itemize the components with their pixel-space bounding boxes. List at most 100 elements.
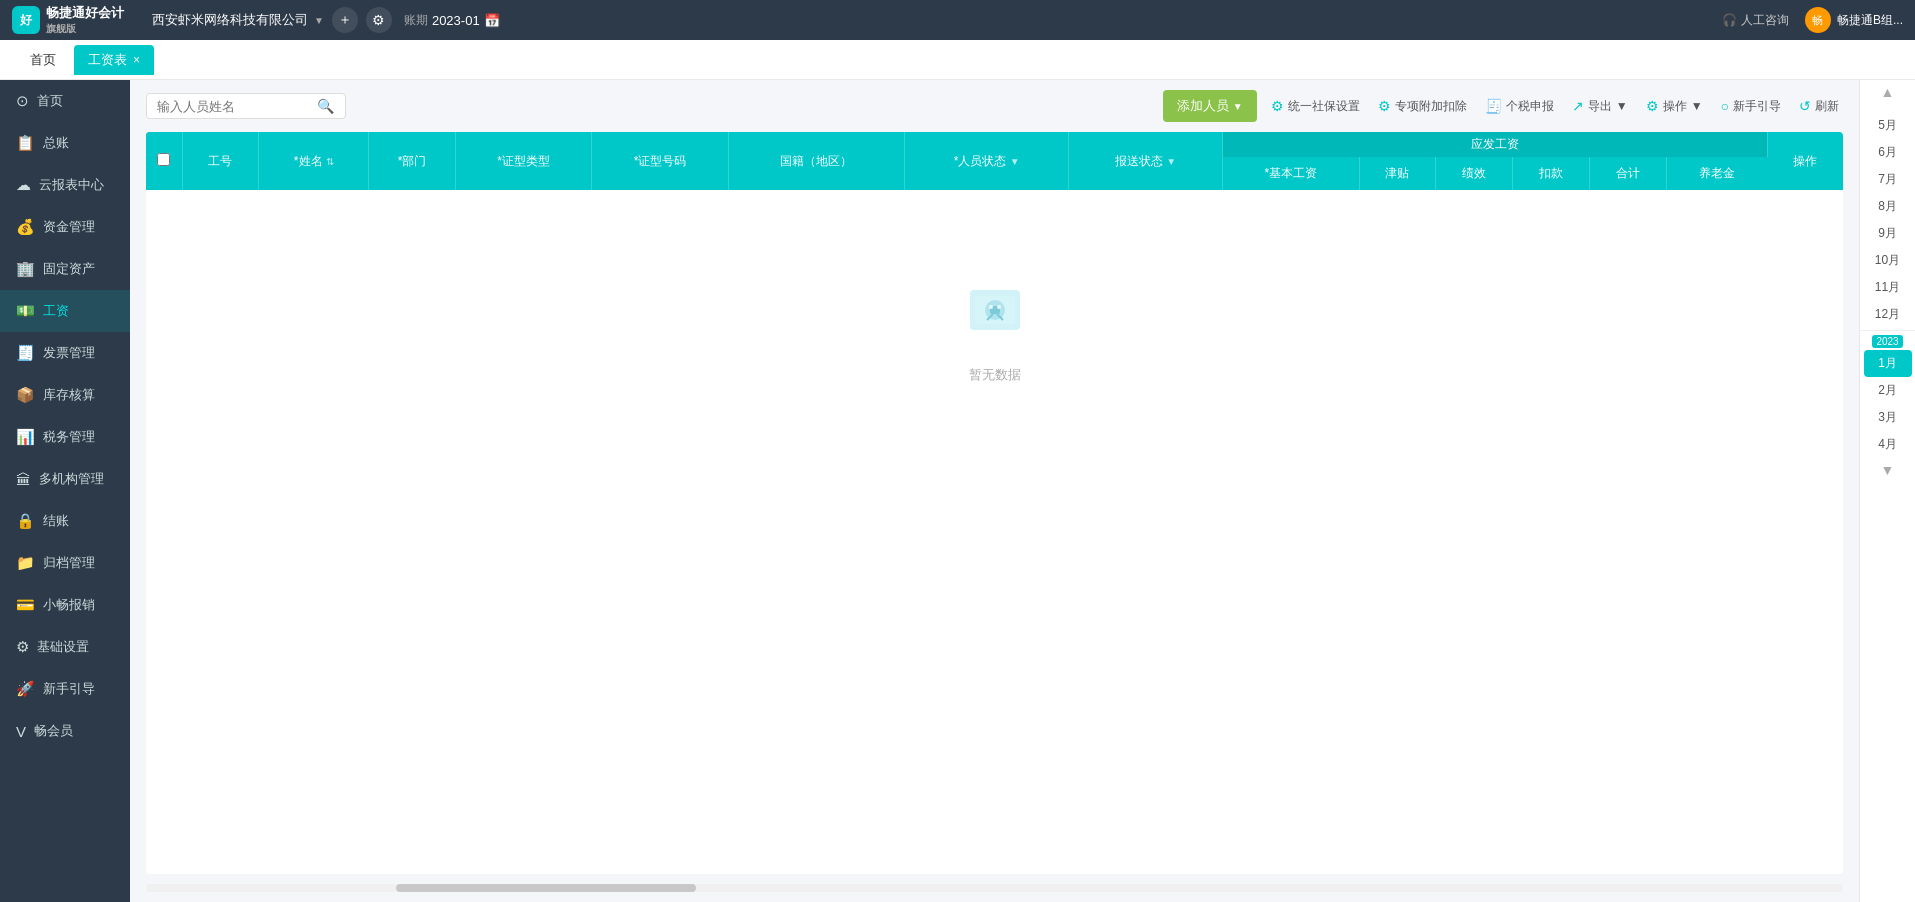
month-2022-10[interactable]: 10月: [1864, 247, 1912, 274]
app-logo: 好 畅捷通好会计 旗舰版: [12, 4, 142, 36]
sidebar-item-home[interactable]: ⊙ 首页: [0, 80, 130, 122]
invoice-icon: 🧾: [16, 344, 35, 362]
support-label: 人工咨询: [1741, 12, 1789, 29]
sidebar-item-tax[interactable]: 📊 税务管理: [0, 416, 130, 458]
sidebar-item-invoice[interactable]: 🧾 发票管理: [0, 332, 130, 374]
logo-icon: 好: [12, 6, 40, 34]
col-header-pension: 养老金: [1666, 157, 1767, 190]
close-month-icon: 🔒: [16, 512, 35, 530]
refresh-action[interactable]: ↺ 刷新: [1795, 98, 1843, 115]
col-header-number: 工号: [182, 132, 259, 190]
tax-action[interactable]: 🧾 个税申报: [1481, 98, 1558, 115]
month-nav-up[interactable]: ▲: [1876, 80, 1900, 104]
sidebar-item-archive[interactable]: 📁 归档管理: [0, 542, 130, 584]
calendar-icon[interactable]: 📅: [484, 13, 500, 28]
operate-action[interactable]: ⚙ 操作 ▼: [1642, 98, 1707, 115]
sidebar-item-multi-org[interactable]: 🏛 多机构管理: [0, 458, 130, 500]
guide-action[interactable]: ○ 新手引导: [1717, 98, 1785, 115]
home-icon: ⊙: [16, 92, 29, 110]
name-sort-icon[interactable]: ⇅: [326, 156, 334, 167]
svg-point-6: [989, 305, 993, 309]
sidebar-item-inventory[interactable]: 📦 库存核算: [0, 374, 130, 416]
month-2023-3[interactable]: 3月: [1864, 404, 1912, 431]
company-name: 西安虾米网络科技有限公司: [152, 11, 308, 29]
fund-icon: 💰: [16, 218, 35, 236]
month-2022-11[interactable]: 11月: [1864, 274, 1912, 301]
sidebar-label-fund: 资金管理: [43, 218, 95, 236]
month-nav-down[interactable]: ▼: [1876, 458, 1900, 482]
col-header-performance: 绩效: [1436, 157, 1513, 190]
month-2023-2[interactable]: 2月: [1864, 377, 1912, 404]
sidebar-label-close: 结账: [43, 512, 69, 530]
guide-action-label: 新手引导: [1733, 98, 1781, 115]
col-header-nationality: 国籍（地区）: [728, 132, 905, 190]
sidebar-item-fixed-assets[interactable]: 🏢 固定资产: [0, 248, 130, 290]
sidebar-label-settings: 基础设置: [37, 638, 89, 656]
tab-close-icon[interactable]: ×: [133, 54, 140, 66]
report-status-filter-icon[interactable]: ▼: [1166, 156, 1176, 167]
empty-text: 暂无数据: [969, 366, 1021, 384]
month-2022-7[interactable]: 7月: [1864, 166, 1912, 193]
sidebar-item-cloud-report[interactable]: ☁ 云报表中心: [0, 164, 130, 206]
support-button[interactable]: 🎧 人工咨询: [1722, 12, 1789, 29]
scrollbar-thumb[interactable]: [396, 884, 696, 892]
table-scrollbar[interactable]: [146, 884, 1843, 892]
refresh-label: 刷新: [1815, 98, 1839, 115]
sidebar-item-salary[interactable]: 💵 工资: [0, 290, 130, 332]
col-header-allowance: 津贴: [1359, 157, 1436, 190]
sidebar-item-expense[interactable]: 💳 小畅报销: [0, 584, 130, 626]
sidebar-item-settings[interactable]: ⚙ 基础设置: [0, 626, 130, 668]
app-name: 畅捷通好会计: [46, 4, 124, 22]
svg-point-7: [997, 305, 1001, 309]
add-person-arrow: ▼: [1233, 101, 1243, 112]
sidebar-item-general-ledger[interactable]: 📋 总账: [0, 122, 130, 164]
sidebar-label-inventory: 库存核算: [43, 386, 95, 404]
month-2023-4[interactable]: 4月: [1864, 431, 1912, 458]
search-input[interactable]: [157, 99, 317, 114]
expense-icon: 💳: [16, 596, 35, 614]
select-all-checkbox[interactable]: [157, 153, 170, 166]
sidebar-label-home: 首页: [37, 92, 63, 110]
search-icon: 🔍: [317, 98, 334, 114]
select-all-checkbox-header[interactable]: [146, 132, 182, 190]
sidebar-label-member: 畅会员: [34, 722, 73, 740]
sidebar-item-fund[interactable]: 💰 资金管理: [0, 206, 130, 248]
settings-button[interactable]: ⚙: [366, 7, 392, 33]
user-label: 畅捷通B组...: [1837, 12, 1903, 29]
sidebar-item-member[interactable]: V 畅会员: [0, 710, 130, 752]
tax-label: 个税申报: [1506, 98, 1554, 115]
month-2022-9[interactable]: 9月: [1864, 220, 1912, 247]
right-panel: ▲ 5月 6月 7月 8月 9月 10月 11月 12月 2023 1月 2月 …: [1859, 80, 1915, 902]
year-divider: [1860, 330, 1915, 331]
sidebar-item-close[interactable]: 🔒 结账: [0, 500, 130, 542]
social-settings-action[interactable]: ⚙ 统一社保设置: [1267, 98, 1364, 115]
month-2023-1[interactable]: 1月: [1864, 350, 1912, 377]
month-2022-6[interactable]: 6月: [1864, 139, 1912, 166]
tab-home[interactable]: 首页: [16, 45, 70, 75]
refresh-icon: ↺: [1799, 98, 1811, 114]
month-2022-12[interactable]: 12月: [1864, 301, 1912, 328]
add-person-button[interactable]: 添加人员 ▼: [1163, 90, 1257, 122]
month-2022-8[interactable]: 8月: [1864, 193, 1912, 220]
status-filter-icon[interactable]: ▼: [1010, 156, 1020, 167]
salary-table: 工号 *姓名 ⇅ *部门 *证型类型 *证型号码: [146, 132, 1843, 464]
export-action[interactable]: ↗ 导出 ▼: [1568, 98, 1632, 115]
month-2022-5[interactable]: 5月: [1864, 112, 1912, 139]
sidebar-label-archive: 归档管理: [43, 554, 95, 572]
user-button[interactable]: 畅 畅捷通B组...: [1805, 7, 1903, 33]
add-button[interactable]: ＋: [332, 7, 358, 33]
toolbar-right: 添加人员 ▼ ⚙ 统一社保设置 ⚙ 专项附加扣除 🧾 个税申报 ↗ 导出: [1163, 90, 1843, 122]
top-bar-right: 🎧 人工咨询 畅 畅捷通B组...: [1722, 7, 1903, 33]
company-dropdown-arrow[interactable]: ▼: [314, 15, 324, 26]
assets-icon: 🏢: [16, 260, 35, 278]
sidebar-label-guide: 新手引导: [43, 680, 95, 698]
deduct-action[interactable]: ⚙ 专项附加扣除: [1374, 98, 1471, 115]
multiorg-icon: 🏛: [16, 471, 31, 488]
top-bar: 好 畅捷通好会计 旗舰版 西安虾米网络科技有限公司 ▼ ＋ ⚙ 账期 2023-…: [0, 0, 1915, 40]
sidebar-item-guide[interactable]: 🚀 新手引导: [0, 668, 130, 710]
export-arrow-icon: ▼: [1616, 99, 1628, 113]
tab-salary[interactable]: 工资表 ×: [74, 45, 154, 75]
toolbar: 🔍 添加人员 ▼ ⚙ 统一社保设置 ⚙ 专项附加扣除 🧾 个税申报: [130, 80, 1859, 132]
sidebar-label-multi-org: 多机构管理: [39, 470, 104, 488]
company-selector[interactable]: 西安虾米网络科技有限公司 ▼: [152, 11, 324, 29]
